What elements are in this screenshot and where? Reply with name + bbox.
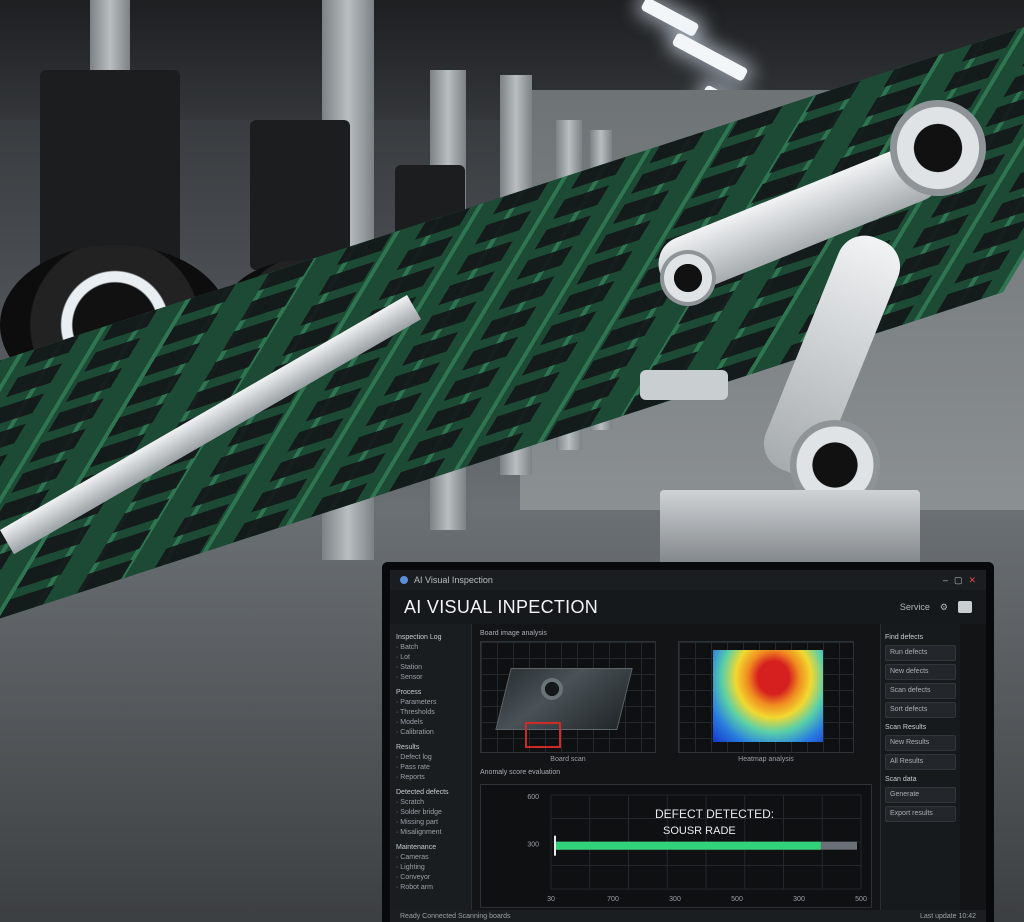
close-icon[interactable]: ✕ bbox=[968, 575, 976, 586]
sorting-bin bbox=[660, 490, 920, 570]
sidebar-item[interactable]: · Cameras bbox=[396, 853, 465, 863]
sidebar-item[interactable]: · Lighting bbox=[396, 863, 465, 873]
status-bar: Ready Connected Scanning boards Last upd… bbox=[390, 910, 986, 922]
x-tick-label: 500 bbox=[731, 896, 743, 903]
x-tick-label: 700 bbox=[607, 896, 619, 903]
sidebar-group-title: Detected defects bbox=[396, 789, 449, 796]
app-icon bbox=[400, 576, 408, 584]
sidebar-item[interactable]: · Defect log bbox=[396, 753, 465, 763]
maximize-icon[interactable]: ▢ bbox=[954, 575, 963, 586]
sidebar-item[interactable]: · Scratch bbox=[396, 798, 465, 808]
app-header: AI VISUAL INPECTION Service ⚙ bbox=[390, 590, 986, 624]
anomaly-bar bbox=[555, 841, 821, 850]
board-viewer-label: Board scan bbox=[550, 756, 586, 763]
window-titlebar: AI Visual Inspection – ▢ ✕ bbox=[390, 570, 986, 590]
sidebar-item[interactable]: · Pass rate bbox=[396, 763, 465, 773]
sidebar-group-title: Inspection Log bbox=[396, 634, 442, 641]
sidebar-item[interactable]: · Parameters bbox=[396, 698, 465, 708]
service-button[interactable]: Service bbox=[900, 602, 930, 612]
sidebar-item[interactable]: · Models bbox=[396, 718, 465, 728]
sidebar-item[interactable]: · Solder bridge bbox=[396, 808, 465, 818]
sidebar-item[interactable]: · Missing part bbox=[396, 818, 465, 828]
sidebar-item[interactable]: · Thresholds bbox=[396, 708, 465, 718]
right-panel-button[interactable]: Generate bbox=[885, 787, 956, 803]
right-panel-button[interactable]: Export results bbox=[885, 806, 956, 822]
x-tick-label: 500 bbox=[855, 896, 867, 903]
status-right: Last update 10:42 bbox=[919, 912, 976, 920]
pcb-component bbox=[541, 678, 563, 700]
minimize-icon[interactable]: – bbox=[943, 575, 948, 585]
x-tick-label: 300 bbox=[793, 896, 805, 903]
inspection-monitor: AI Visual Inspection – ▢ ✕ AI VISUAL INP… bbox=[382, 562, 994, 922]
robot-gripper bbox=[640, 370, 728, 400]
defect-subtitle: SOUSR RADE bbox=[663, 825, 736, 837]
camera-housing bbox=[250, 120, 350, 270]
app-title: AI VISUAL INPECTION bbox=[404, 596, 599, 617]
board-viewer[interactable] bbox=[480, 641, 656, 753]
sidebar-item[interactable]: · Sensor bbox=[396, 673, 465, 683]
right-panel-button[interactable]: All Results bbox=[885, 754, 956, 770]
sidebar-item[interactable]: · Lot bbox=[396, 653, 465, 663]
defect-title: DEFECT DETECTED: bbox=[655, 807, 775, 821]
robot-joint bbox=[660, 250, 716, 306]
right-panel-section-title: Scan data bbox=[885, 776, 917, 783]
sidebar-item[interactable]: · Batch bbox=[396, 643, 465, 653]
display-icon[interactable] bbox=[958, 601, 972, 613]
anomaly-chart: 600 300 30 700 300 500 300 500 DEFECT DETECTED:… bbox=[480, 784, 872, 908]
right-panel-button[interactable]: Scan defects bbox=[885, 683, 956, 699]
right-panel-section-title: Scan Results bbox=[885, 724, 927, 731]
window-title: AI Visual Inspection bbox=[414, 575, 493, 585]
x-tick-label: 300 bbox=[669, 896, 681, 903]
y-tick-label: 600 bbox=[527, 794, 539, 801]
robot-joint bbox=[890, 100, 986, 196]
pcb-image bbox=[495, 668, 633, 730]
sidebar-group-title: Maintenance bbox=[396, 844, 437, 851]
anomaly-chart-svg: 600 300 30 700 300 500 300 500 bbox=[527, 794, 867, 903]
x-tick-label: 30 bbox=[547, 896, 555, 903]
defect-bounding-box bbox=[525, 722, 561, 748]
right-panel-button[interactable]: Sort defects bbox=[885, 702, 956, 718]
main-panel: Board image analysis Board scan Heatmap … bbox=[472, 624, 880, 910]
sidebar-item[interactable]: · Calibration bbox=[396, 728, 465, 738]
right-panel: Find defects Run defects New defects Scan d… bbox=[880, 624, 960, 910]
chart-panel-title: Anomaly score evaluation bbox=[480, 769, 561, 776]
right-panel-button[interactable]: New Results bbox=[885, 735, 956, 751]
right-panel-button[interactable]: New defects bbox=[885, 664, 956, 680]
sidebar-item[interactable]: · Station bbox=[396, 663, 465, 673]
settings-icon[interactable]: ⚙ bbox=[940, 602, 948, 613]
defect-heatmap bbox=[713, 650, 823, 742]
sidebar-group-title: Process bbox=[396, 689, 422, 696]
sidebar-item[interactable]: · Reports bbox=[396, 773, 465, 783]
right-panel-button[interactable]: Run defects bbox=[885, 645, 956, 661]
status-text: Ready Connected Scanning boards bbox=[400, 912, 511, 920]
sidebar-item[interactable]: · Conveyor bbox=[396, 873, 465, 883]
right-panel-section-title: Find defects bbox=[885, 634, 924, 641]
sidebar-item[interactable]: · Misalignment bbox=[396, 828, 465, 838]
sidebar: Inspection Log · Batch · Lot · Station · Sen… bbox=[390, 624, 472, 910]
sidebar-group-title: Results bbox=[396, 744, 420, 751]
heatmap-viewer-label: Heatmap analysis bbox=[738, 756, 794, 763]
y-tick-label: 300 bbox=[527, 842, 539, 849]
camera-housing bbox=[40, 70, 180, 270]
heatmap-viewer[interactable] bbox=[678, 641, 854, 753]
viewer-panel-title: Board image analysis bbox=[480, 630, 547, 637]
sidebar-item[interactable]: · Robot arm bbox=[396, 883, 465, 893]
